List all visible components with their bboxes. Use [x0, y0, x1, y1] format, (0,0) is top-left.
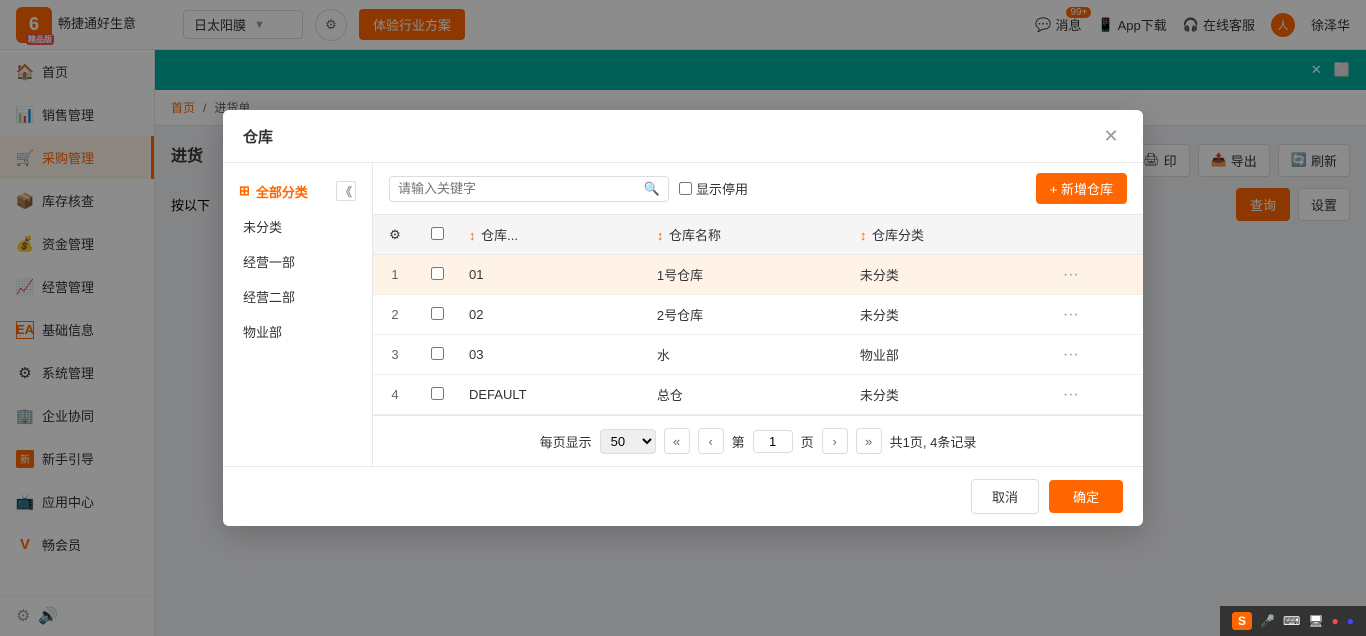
row-category: 未分类 [848, 295, 1051, 335]
row-num: 1 [373, 255, 417, 295]
red-indicator: ● [1332, 614, 1339, 628]
row-category: 未分类 [848, 375, 1051, 415]
modal-sidebar-item-uncategorized[interactable]: 未分类 [223, 209, 372, 244]
row-name: 2号仓库 [645, 295, 848, 335]
confirm-button[interactable]: 确定 [1049, 480, 1123, 513]
modal-body: ⊞ 全部分类 《 未分类 经营一部 经营二部 物业部 [223, 163, 1143, 466]
display-icon: 🖥 [1308, 614, 1323, 628]
row-name: 总仓 [645, 375, 848, 415]
row-code: 03 [457, 335, 645, 375]
next-page-button[interactable]: › [822, 428, 848, 454]
sort-icon-name: ↕ [657, 228, 664, 243]
modal-sidebar-item-property[interactable]: 物业部 [223, 314, 372, 349]
row-more[interactable]: ··· [1051, 295, 1143, 335]
row-code: DEFAULT [457, 375, 645, 415]
row-code: 02 [457, 295, 645, 335]
table-row[interactable]: 3 03 水 物业部 ··· [373, 335, 1143, 375]
modal-footer: 取消 确定 [223, 466, 1143, 526]
modal-close-button[interactable]: ✕ [1099, 124, 1123, 148]
modal-header: 仓库 ✕ [223, 110, 1143, 163]
search-icon: 🔍 [644, 181, 660, 197]
row-checkbox-cell[interactable] [417, 255, 457, 295]
sort-icon: ↕ [469, 228, 476, 243]
select-all-checkbox[interactable] [431, 227, 444, 240]
status-bar: S 🎤 ⌨ 🖥 ● ● [1220, 606, 1366, 636]
per-page-select[interactable]: 102050100 [600, 429, 656, 454]
cancel-button[interactable]: 取消 [971, 479, 1039, 514]
col-category-header[interactable]: ↕ 仓库分类 [848, 215, 1051, 255]
modal-overlay: 仓库 ✕ ⊞ 全部分类 《 未分类 经营一部 经营二部 [0, 0, 1366, 636]
sort-icon-category: ↕ [860, 228, 867, 243]
row-more[interactable]: ··· [1051, 335, 1143, 375]
row-num: 3 [373, 335, 417, 375]
row-checkbox-cell[interactable] [417, 375, 457, 415]
row-num: 4 [373, 375, 417, 415]
search-input[interactable] [398, 181, 638, 196]
col-settings-header[interactable]: ⚙ [373, 215, 417, 255]
col-check-header [417, 215, 457, 255]
search-box: 🔍 [389, 176, 669, 202]
row-name: 1号仓库 [645, 255, 848, 295]
row-checkbox-cell[interactable] [417, 335, 457, 375]
show-disabled-label[interactable]: 显示停用 [679, 179, 748, 198]
row-more[interactable]: ··· [1051, 255, 1143, 295]
col-action-header [1051, 215, 1143, 255]
table-row[interactable]: 4 DEFAULT 总仓 未分类 ··· [373, 375, 1143, 415]
sidebar-collapse-button[interactable]: 《 [336, 181, 356, 201]
modal-toolbar: 🔍 显示停用 + 新增仓库 [373, 163, 1143, 215]
row-name: 水 [645, 335, 848, 375]
last-page-button[interactable]: » [856, 428, 882, 454]
pagination: 每页显示 102050100 « ‹ 第 页 › [373, 415, 1143, 466]
modal-main: 🔍 显示停用 + 新增仓库 ⚙ [373, 163, 1143, 466]
row-code: 01 [457, 255, 645, 295]
keyboard-icon: ⌨ [1283, 614, 1300, 628]
show-disabled-checkbox[interactable] [679, 182, 692, 195]
modal-sidebar-item-dept2[interactable]: 经营二部 [223, 279, 372, 314]
mic-icon: 🎤 [1260, 614, 1275, 628]
modal-sidebar-item-dept1[interactable]: 经营一部 [223, 244, 372, 279]
row-more[interactable]: ··· [1051, 375, 1143, 415]
warehouse-table: ⚙ ↕ 仓库... ↕ [373, 215, 1143, 415]
col-code-header[interactable]: ↕ 仓库... [457, 215, 645, 255]
row-category: 物业部 [848, 335, 1051, 375]
col-name-header[interactable]: ↕ 仓库名称 [645, 215, 848, 255]
prev-page-button[interactable]: ‹ [698, 428, 724, 454]
first-page-button[interactable]: « [664, 428, 690, 454]
table-row[interactable]: 1 01 1号仓库 未分类 ··· [373, 255, 1143, 295]
brand-status-icon: S [1232, 612, 1252, 630]
warehouse-modal: 仓库 ✕ ⊞ 全部分类 《 未分类 经营一部 经营二部 [223, 110, 1143, 526]
row-checkbox-cell[interactable] [417, 295, 457, 335]
table-row[interactable]: 2 02 2号仓库 未分类 ··· [373, 295, 1143, 335]
modal-sidebar: ⊞ 全部分类 《 未分类 经营一部 经营二部 物业部 [223, 163, 373, 466]
page-number-input[interactable] [753, 430, 793, 453]
modal-title: 仓库 [243, 126, 273, 147]
row-num: 2 [373, 295, 417, 335]
modal-sidebar-all[interactable]: ⊞ 全部分类 《 [223, 173, 372, 209]
blue-indicator: ● [1347, 614, 1354, 628]
row-category: 未分类 [848, 255, 1051, 295]
add-warehouse-button[interactable]: + 新增仓库 [1036, 173, 1127, 204]
